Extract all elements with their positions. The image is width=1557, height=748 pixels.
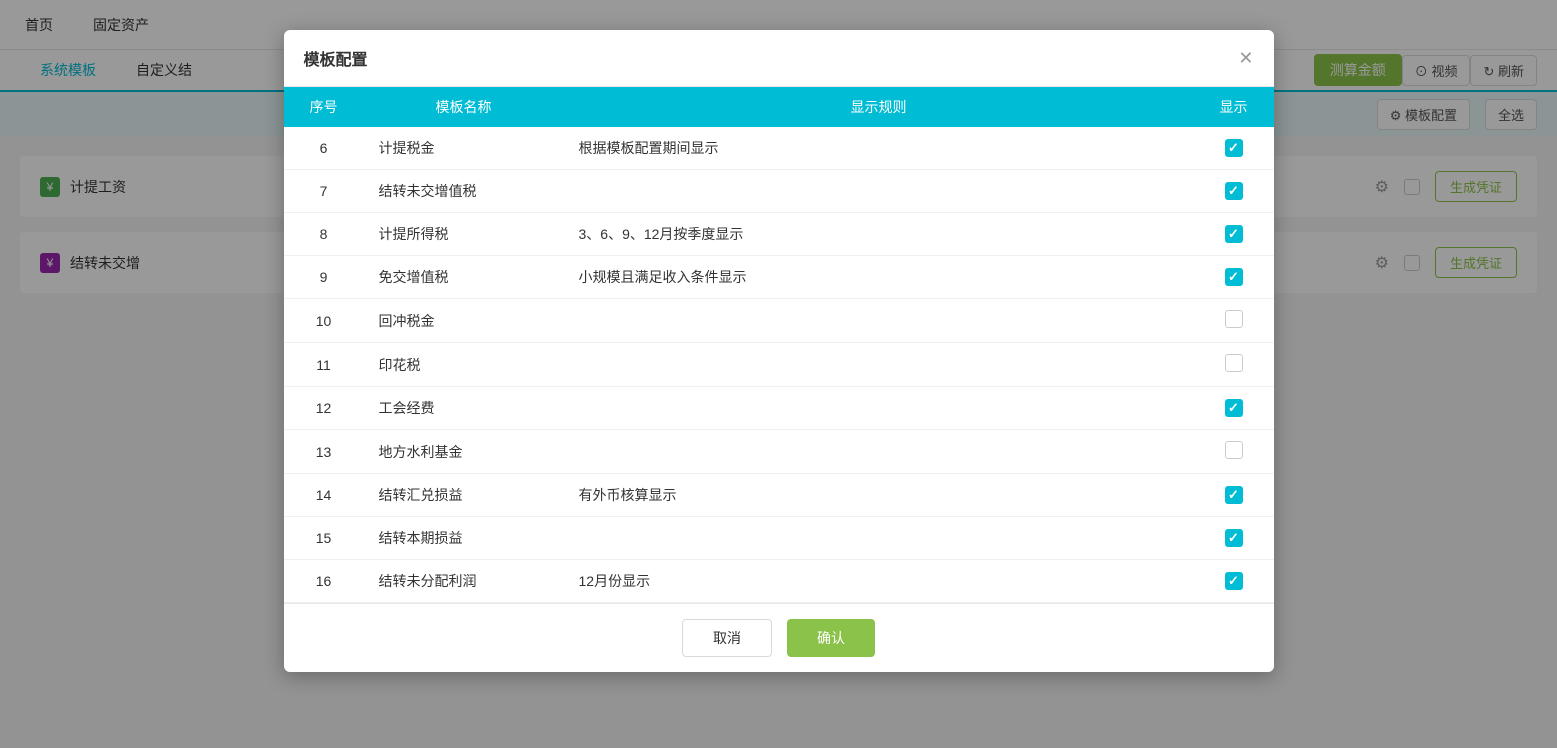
cell-rule bbox=[564, 387, 1194, 430]
cancel-button[interactable]: 取消 bbox=[682, 619, 772, 657]
confirm-button[interactable]: 确认 bbox=[787, 619, 875, 657]
cell-rule: 小规模且满足收入条件显示 bbox=[564, 256, 1194, 299]
table-row: 12工会经费 bbox=[284, 387, 1274, 430]
cell-rule: 12月份显示 bbox=[564, 560, 1194, 603]
table-row: 6计提税金根据模板配置期间显示 bbox=[284, 127, 1274, 170]
cell-rule bbox=[564, 517, 1194, 560]
cell-seq: 14 bbox=[284, 474, 364, 517]
table-row: 7结转未交增值税 bbox=[284, 170, 1274, 213]
checkbox-14[interactable] bbox=[1225, 486, 1243, 504]
cell-checkbox[interactable] bbox=[1194, 213, 1274, 256]
cell-seq: 13 bbox=[284, 430, 364, 474]
cell-rule: 有外币核算显示 bbox=[564, 474, 1194, 517]
cell-checkbox[interactable] bbox=[1194, 170, 1274, 213]
checkbox-13[interactable] bbox=[1225, 441, 1243, 459]
cell-checkbox[interactable] bbox=[1194, 127, 1274, 170]
checkbox-10[interactable] bbox=[1225, 310, 1243, 328]
cell-checkbox[interactable] bbox=[1194, 256, 1274, 299]
cell-checkbox[interactable] bbox=[1194, 517, 1274, 560]
table-body: 6计提税金根据模板配置期间显示7结转未交增值税8计提所得税3、6、9、12月按季… bbox=[284, 127, 1274, 603]
modal-footer: 取消 确认 bbox=[284, 603, 1274, 672]
cell-rule bbox=[564, 299, 1194, 343]
cell-seq: 8 bbox=[284, 213, 364, 256]
table-row: 15结转本期损益 bbox=[284, 517, 1274, 560]
cell-seq: 6 bbox=[284, 127, 364, 170]
modal-close-button[interactable]: ✕ bbox=[1238, 49, 1253, 67]
cell-rule bbox=[564, 343, 1194, 387]
cell-seq: 9 bbox=[284, 256, 364, 299]
cell-checkbox[interactable] bbox=[1194, 387, 1274, 430]
col-name: 模板名称 bbox=[364, 87, 564, 127]
cell-rule bbox=[564, 170, 1194, 213]
cell-name: 回冲税金 bbox=[364, 299, 564, 343]
checkbox-7[interactable] bbox=[1225, 182, 1243, 200]
cell-rule: 3、6、9、12月按季度显示 bbox=[564, 213, 1194, 256]
cell-seq: 7 bbox=[284, 170, 364, 213]
cell-seq: 11 bbox=[284, 343, 364, 387]
cell-checkbox[interactable] bbox=[1194, 430, 1274, 474]
modal-body: 序号 模板名称 显示规则 显示 6计提税金根据模板配置期间显示7结转未交增值税8… bbox=[284, 87, 1274, 603]
modal-title: 模板配置 bbox=[304, 46, 368, 70]
cell-rule: 根据模板配置期间显示 bbox=[564, 127, 1194, 170]
cell-seq: 12 bbox=[284, 387, 364, 430]
config-table: 序号 模板名称 显示规则 显示 6计提税金根据模板配置期间显示7结转未交增值税8… bbox=[284, 87, 1274, 603]
cell-checkbox[interactable] bbox=[1194, 560, 1274, 603]
cell-name: 免交增值税 bbox=[364, 256, 564, 299]
checkbox-15[interactable] bbox=[1225, 529, 1243, 547]
template-config-modal: 模板配置 ✕ 序号 模板名称 显示规则 显示 6计提税金根据模板配置期间显示7结… bbox=[284, 30, 1274, 672]
cell-name: 计提税金 bbox=[364, 127, 564, 170]
checkbox-12[interactable] bbox=[1225, 399, 1243, 417]
modal-overlay: 模板配置 ✕ 序号 模板名称 显示规则 显示 6计提税金根据模板配置期间显示7结… bbox=[0, 0, 1557, 748]
table-header-row: 序号 模板名称 显示规则 显示 bbox=[284, 87, 1274, 127]
cell-name: 结转汇兑损益 bbox=[364, 474, 564, 517]
table-row: 16结转未分配利润12月份显示 bbox=[284, 560, 1274, 603]
cell-name: 结转未分配利润 bbox=[364, 560, 564, 603]
col-seq: 序号 bbox=[284, 87, 364, 127]
table-row: 11印花税 bbox=[284, 343, 1274, 387]
checkbox-16[interactable] bbox=[1225, 572, 1243, 590]
cell-seq: 16 bbox=[284, 560, 364, 603]
table-row: 10回冲税金 bbox=[284, 299, 1274, 343]
cell-name: 结转本期损益 bbox=[364, 517, 564, 560]
cell-name: 印花税 bbox=[364, 343, 564, 387]
cell-name: 地方水利基金 bbox=[364, 430, 564, 474]
cell-seq: 15 bbox=[284, 517, 364, 560]
table-row: 14结转汇兑损益有外币核算显示 bbox=[284, 474, 1274, 517]
cell-rule bbox=[564, 430, 1194, 474]
cell-checkbox[interactable] bbox=[1194, 474, 1274, 517]
cell-name: 计提所得税 bbox=[364, 213, 564, 256]
cell-checkbox[interactable] bbox=[1194, 299, 1274, 343]
checkbox-11[interactable] bbox=[1225, 354, 1243, 372]
table-row: 13地方水利基金 bbox=[284, 430, 1274, 474]
table-row: 8计提所得税3、6、9、12月按季度显示 bbox=[284, 213, 1274, 256]
checkbox-8[interactable] bbox=[1225, 225, 1243, 243]
table-row: 9免交增值税小规模且满足收入条件显示 bbox=[284, 256, 1274, 299]
cell-seq: 10 bbox=[284, 299, 364, 343]
checkbox-9[interactable] bbox=[1225, 268, 1243, 286]
cell-name: 工会经费 bbox=[364, 387, 564, 430]
cell-name: 结转未交增值税 bbox=[364, 170, 564, 213]
cell-checkbox[interactable] bbox=[1194, 343, 1274, 387]
checkbox-6[interactable] bbox=[1225, 139, 1243, 157]
modal-header: 模板配置 ✕ bbox=[284, 30, 1274, 87]
col-rule: 显示规则 bbox=[564, 87, 1194, 127]
col-display: 显示 bbox=[1194, 87, 1274, 127]
